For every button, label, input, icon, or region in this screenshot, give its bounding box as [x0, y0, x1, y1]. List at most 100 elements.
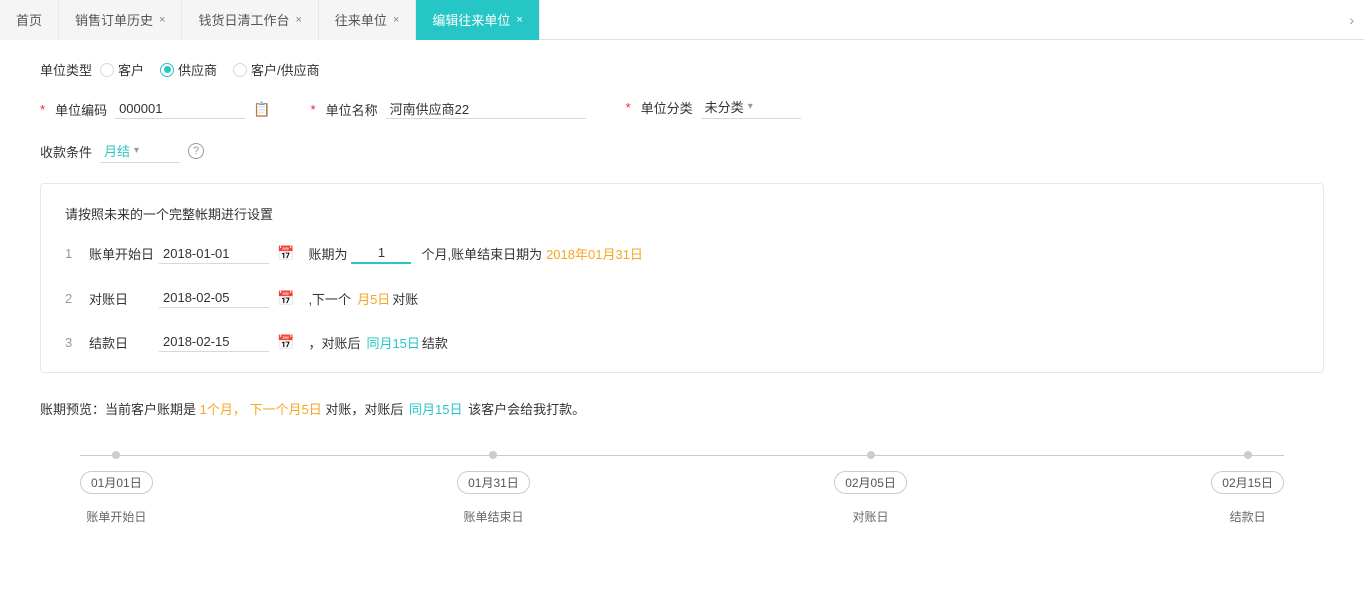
preview-section: 账期预览：当前客户账期是 1个月， 下一个月5日 对账，对账后 同月15日 该客… — [40, 383, 1324, 541]
preview-part4: 同月15日 — [409, 402, 462, 417]
radio-supplier-circle — [160, 63, 174, 77]
payment-row: 收款条件 月结 ▾ ? — [40, 139, 1324, 163]
radio-both[interactable]: 客户/供应商 — [233, 60, 320, 79]
payment-field: 收款条件 月结 ▾ ? — [40, 139, 204, 163]
unit-name-input[interactable] — [386, 99, 586, 119]
step-3-calendar-icon[interactable]: 📅 — [277, 334, 294, 351]
payment-value: 月结 — [104, 141, 130, 160]
unit-category-label: 单位分类 — [641, 98, 693, 117]
preview-part1: 1个月， — [200, 402, 246, 417]
preview-part2: 下一个月5日 — [250, 402, 322, 417]
radio-customer-label: 客户 — [118, 60, 144, 79]
timeline-label-3: 结款日 — [1230, 508, 1266, 525]
timeline-container: 01月01日 账单开始日 01月31日 账单结束日 02月05日 对账日 02月… — [40, 446, 1324, 525]
tab-home-label: 首页 — [16, 10, 42, 29]
info-box: 请按照未来的一个完整帐期进行设置 1 账单开始日 📅 账期为 个月,账单结束日期… — [40, 183, 1324, 373]
period-input[interactable] — [351, 243, 411, 264]
timeline-badge-0: 01月01日 — [80, 471, 153, 494]
step-1-end-date: 2018年01月31日 — [546, 244, 643, 263]
tab-edit-counterpart-label: 编辑往来单位 — [432, 10, 510, 29]
unit-category-select[interactable]: 未分类 ▾ — [701, 95, 801, 119]
tab-sales-history-close[interactable]: × — [159, 14, 165, 26]
unit-name-field: * 单位名称 — [311, 99, 586, 119]
radio-customer[interactable]: 客户 — [100, 60, 144, 79]
tab-home[interactable]: 首页 — [0, 0, 59, 40]
unit-type-label: 单位类型 — [40, 60, 92, 79]
payment-help-icon[interactable]: ? — [188, 143, 204, 159]
step-2-suffix: 对账 — [392, 289, 418, 308]
tab-cash-work-label: 钱货日清工作台 — [198, 10, 289, 29]
step-date-2[interactable] — [159, 288, 269, 308]
timeline-dot-3 — [1244, 451, 1252, 459]
timeline-dot-2 — [867, 451, 875, 459]
unit-category-required: * — [626, 100, 631, 115]
timeline-badge-3: 02月15日 — [1211, 471, 1284, 494]
unit-code-input[interactable]: 000001 — [115, 99, 245, 119]
step-row-1: 1 账单开始日 📅 账期为 个月,账单结束日期为 2018年01月31日 — [65, 243, 1299, 264]
tab-counterpart-label: 往来单位 — [335, 10, 387, 29]
payment-label: 收款条件 — [40, 142, 92, 161]
timeline-badge-2: 02月05日 — [834, 471, 907, 494]
timeline-label-1: 账单结束日 — [463, 508, 523, 525]
step-3-prefix: ，对账后 — [308, 333, 360, 352]
step-num-3: 3 — [65, 335, 89, 350]
step-2-highlight: 月5日 — [357, 289, 390, 308]
step-1-suffix-pre: 账期为 — [308, 244, 347, 263]
tab-cash-work-close[interactable]: × — [295, 14, 301, 26]
timeline-dot-1 — [489, 451, 497, 459]
tab-edit-counterpart-close[interactable]: × — [516, 14, 522, 26]
preview-part3: 对账，对账后 — [325, 402, 403, 417]
step-label-3: 结款日 — [89, 333, 159, 352]
tab-sales-history-label: 销售订单历史 — [75, 10, 153, 29]
timeline-label-0: 账单开始日 — [86, 508, 146, 525]
unit-category-chevron-icon: ▾ — [748, 101, 753, 112]
step-2-prefix: ,下一个 — [308, 289, 351, 308]
main-fields-row: * 单位编码 000001 📋 * 单位名称 * 单位分类 未分类 ▾ — [40, 95, 1324, 119]
step-2-calendar-icon[interactable]: 📅 — [277, 290, 294, 307]
payment-select[interactable]: 月结 ▾ — [100, 139, 180, 163]
step-3-highlight: 同月15日 — [366, 333, 419, 352]
timeline-dot-0 — [112, 451, 120, 459]
tab-cash-work[interactable]: 钱货日清工作台 × — [182, 0, 318, 40]
step-label-1: 账单开始日 — [89, 244, 159, 263]
step-num-2: 2 — [65, 291, 89, 306]
radio-both-circle — [233, 63, 247, 77]
step-1-calendar-icon[interactable]: 📅 — [277, 245, 294, 262]
unit-code-label: 单位编码 — [55, 100, 107, 119]
tabs-bar: 首页 销售订单历史 × 钱货日清工作台 × 往来单位 × 编辑往来单位 × › — [0, 0, 1364, 40]
preview-label: 账期预览：当前客户账期是 — [40, 402, 196, 417]
tab-sales-history[interactable]: 销售订单历史 × — [59, 0, 182, 40]
radio-supplier-label: 供应商 — [178, 60, 217, 79]
unit-code-required: * — [40, 102, 45, 117]
timeline-nodes: 01月01日 账单开始日 01月31日 账单结束日 02月05日 对账日 02月… — [80, 446, 1284, 525]
step-1-suffix-post: 个月,账单结束日期为 — [421, 244, 542, 263]
timeline-node-3: 02月15日 结款日 — [1211, 446, 1284, 525]
unit-type-radio-group: 客户 供应商 客户/供应商 — [100, 60, 320, 79]
unit-name-required: * — [311, 102, 316, 117]
unit-category-value: 未分类 — [705, 97, 744, 116]
preview-part5: 该客户会给我打款。 — [468, 402, 585, 417]
unit-type-row: 单位类型 客户 供应商 客户/供应商 — [40, 60, 1324, 79]
timeline-badge-1: 01月31日 — [457, 471, 530, 494]
unit-category-field: * 单位分类 未分类 ▾ — [626, 95, 801, 119]
tab-counterpart-close[interactable]: × — [393, 14, 399, 26]
step-date-3[interactable] — [159, 332, 269, 352]
radio-customer-circle — [100, 63, 114, 77]
radio-both-label: 客户/供应商 — [251, 60, 320, 79]
page-content: 单位类型 客户 供应商 客户/供应商 * 单位编码 00000 — [0, 40, 1364, 608]
step-num-1: 1 — [65, 246, 89, 261]
step-date-1[interactable] — [159, 244, 269, 264]
preview-text: 账期预览：当前客户账期是 1个月， 下一个月5日 对账，对账后 同月15日 该客… — [40, 399, 1324, 418]
radio-supplier[interactable]: 供应商 — [160, 60, 217, 79]
tab-counterpart[interactable]: 往来单位 × — [319, 0, 416, 40]
unit-name-label: 单位名称 — [326, 100, 378, 119]
unit-type-field: 单位类型 客户 供应商 客户/供应商 — [40, 60, 320, 79]
unit-code-calendar-icon[interactable]: 📋 — [253, 101, 270, 118]
tab-edit-counterpart[interactable]: 编辑往来单位 × — [416, 0, 539, 40]
unit-code-field: * 单位编码 000001 📋 — [40, 99, 271, 119]
tabs-arrow[interactable]: › — [1339, 12, 1364, 28]
timeline-node-2: 02月05日 对账日 — [834, 446, 907, 525]
step-row-3: 3 结款日 📅 ，对账后 同月15日 结款 — [65, 332, 1299, 352]
payment-chevron-icon: ▾ — [134, 145, 139, 156]
step-3-suffix: 结款 — [422, 333, 448, 352]
